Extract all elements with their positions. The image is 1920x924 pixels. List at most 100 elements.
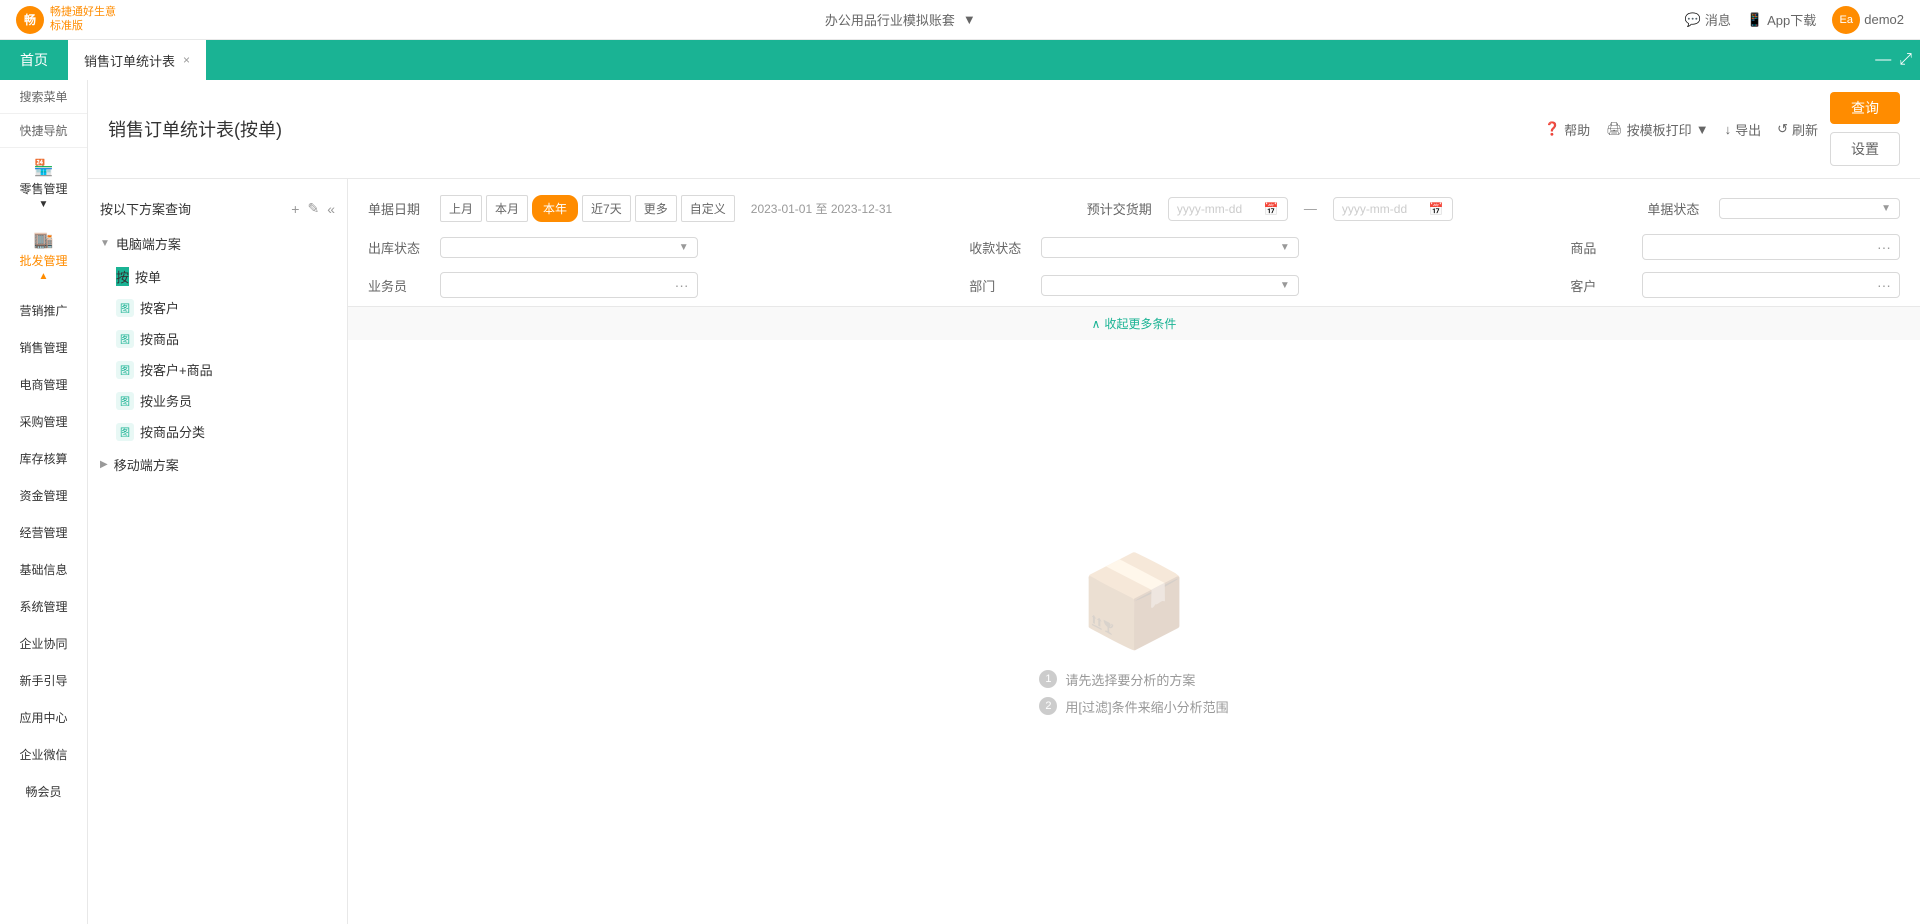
sidebar-item-system[interactable]: 系统管理 bbox=[0, 588, 87, 625]
scheme-by-staff-icon: 图 bbox=[116, 392, 134, 410]
user-avatar-area[interactable]: Ea demo2 bbox=[1832, 6, 1904, 34]
retail-arrow-icon: ▼ bbox=[39, 199, 49, 210]
page-content: 按以下方案查询 + ✎ « ▼ 电脑端方案 按 按单 图 bbox=[88, 179, 1920, 924]
left-panel: 按以下方案查询 + ✎ « ▼ 电脑端方案 按 按单 图 bbox=[88, 179, 348, 924]
bill-status-select[interactable]: ▼ bbox=[1719, 198, 1900, 219]
sidebar-quick-nav-label[interactable]: 快捷导航 bbox=[8, 122, 79, 139]
bill-status-label: 单据状态 bbox=[1647, 199, 1703, 218]
scheme-by-goods[interactable]: 图 按商品 bbox=[88, 323, 347, 354]
sidebar-item-inventory-label: 库存核算 bbox=[19, 450, 67, 467]
scheme-by-customer-goods[interactable]: 图 按客户+商品 bbox=[88, 354, 347, 385]
scheme-by-category-label: 按商品分类 bbox=[140, 422, 205, 441]
date-more-btn[interactable]: 更多 bbox=[635, 195, 677, 222]
goods-select[interactable]: ··· bbox=[1642, 234, 1900, 260]
department-chevron: ▼ bbox=[1280, 280, 1290, 291]
out-status-select[interactable]: ▼ bbox=[440, 237, 698, 258]
sidebar-search-label[interactable]: 搜索菜单 bbox=[8, 88, 79, 105]
breadcrumb-area[interactable]: 办公用品行业模拟账套 ▼ bbox=[825, 10, 976, 29]
settings-button[interactable]: 设置 bbox=[1830, 132, 1900, 166]
sidebar-quick-nav[interactable]: 快捷导航 bbox=[0, 114, 87, 148]
sidebar-item-wechat-label: 企业微信 bbox=[19, 746, 67, 763]
scheme-section-pc-label: 电脑端方案 bbox=[116, 234, 181, 253]
scheme-by-staff[interactable]: 图 按业务员 bbox=[88, 385, 347, 416]
print-button[interactable]: 🖨 按模板打印 ▼ bbox=[1606, 120, 1708, 139]
date-this-year-btn[interactable]: 本年 bbox=[532, 195, 578, 222]
sidebar-item-enterprise[interactable]: 企业协同 bbox=[0, 625, 87, 662]
tab-sales-order[interactable]: 销售订单统计表 × bbox=[68, 40, 206, 80]
scheme-by-customer-goods-label: 按客户+商品 bbox=[140, 360, 213, 379]
sidebar-item-purchase[interactable]: 采购管理 bbox=[0, 403, 87, 440]
sidebar-item-wechat[interactable]: 企业微信 bbox=[0, 736, 87, 773]
sidebar-item-operation[interactable]: 经营管理 bbox=[0, 514, 87, 551]
breadcrumb-arrow: ▼ bbox=[963, 12, 976, 27]
empty-text: 1 请先选择要分析的方案 2 用[过滤]条件来缩小分析范围 bbox=[1039, 670, 1228, 716]
filter-collapse-bar[interactable]: ∧ 收起更多条件 bbox=[348, 306, 1920, 340]
sidebar-item-finance[interactable]: 资金管理 bbox=[0, 477, 87, 514]
collapse-panel-button[interactable]: « bbox=[327, 201, 335, 217]
sidebar-item-basic[interactable]: 基础信息 bbox=[0, 551, 87, 588]
department-select[interactable]: ▼ bbox=[1041, 275, 1299, 296]
sidebar-item-sales[interactable]: 销售管理 bbox=[0, 329, 87, 366]
scheme-by-customer[interactable]: 图 按客户 bbox=[88, 292, 347, 323]
scheme-by-customer-goods-icon: 图 bbox=[116, 361, 134, 379]
customer-select[interactable]: ··· bbox=[1642, 272, 1900, 298]
left-panel-title: 按以下方案查询 bbox=[100, 199, 191, 218]
empty-state: 📦 1 请先选择要分析的方案 2 用[过滤]条件来缩小分析范围 bbox=[348, 340, 1920, 924]
date-separator: — bbox=[1304, 201, 1317, 216]
help-button[interactable]: ❓ 帮助 bbox=[1544, 120, 1590, 139]
export-button[interactable]: ↓ 导出 bbox=[1725, 120, 1762, 139]
date-label: 单据日期 bbox=[368, 199, 424, 218]
query-button[interactable]: 查询 bbox=[1830, 92, 1900, 124]
sidebar-item-basic-label: 基础信息 bbox=[19, 561, 67, 578]
wholesale-arrow-icon: ▲ bbox=[39, 271, 49, 282]
tab-minimize-button[interactable]: — bbox=[1875, 51, 1891, 69]
tab-home[interactable]: 首页 bbox=[0, 40, 68, 80]
scheme-section-mobile[interactable]: ▶ 移动端方案 bbox=[88, 447, 347, 482]
message-icon: 💬 bbox=[1685, 12, 1701, 28]
date-custom-btn[interactable]: 自定义 bbox=[681, 195, 735, 222]
tab-bar-right: — ⤢ bbox=[1875, 51, 1920, 69]
sidebar-item-ecommerce[interactable]: 电商管理 bbox=[0, 366, 87, 403]
sidebar-item-ecommerce-label: 电商管理 bbox=[19, 376, 67, 393]
department-label: 部门 bbox=[969, 276, 1025, 295]
sidebar-item-guide[interactable]: 新手引导 bbox=[0, 662, 87, 699]
scheme-by-category[interactable]: 图 按商品分类 bbox=[88, 416, 347, 447]
scheme-by-bill-icon: 按 bbox=[116, 267, 129, 286]
tab-bar: 首页 销售订单统计表 × — ⤢ bbox=[0, 40, 1920, 80]
scheme-by-bill[interactable]: 按 按单 bbox=[88, 261, 347, 292]
expected-date-start[interactable]: yyyy-mm-dd 📅 bbox=[1168, 197, 1288, 221]
sidebar-item-system-label: 系统管理 bbox=[19, 598, 67, 615]
add-scheme-button[interactable]: + bbox=[291, 201, 299, 217]
tab-close-icon[interactable]: × bbox=[183, 53, 190, 67]
date-last-month-btn[interactable]: 上月 bbox=[440, 195, 482, 222]
sidebar-item-retail[interactable]: 🏪 零售管理 ▼ bbox=[0, 148, 87, 220]
breadcrumb-text: 办公用品行业模拟账套 bbox=[825, 10, 955, 29]
app-download-button[interactable]: 📱 App下载 bbox=[1747, 10, 1816, 29]
edit-scheme-button[interactable]: ✎ bbox=[307, 200, 319, 217]
sidebar-item-wholesale[interactable]: 🏬 批发管理 ▲ bbox=[0, 220, 87, 292]
date-this-month-btn[interactable]: 本月 bbox=[486, 195, 528, 222]
receipt-status-chevron: ▼ bbox=[1280, 242, 1290, 253]
filter-row-1: 单据日期 上月 本月 本年 近7天 更多 自定义 2023-01-01 至 20… bbox=[368, 195, 1900, 222]
scheme-section-pc[interactable]: ▼ 电脑端方案 bbox=[88, 226, 347, 261]
staff-select[interactable]: ··· bbox=[440, 272, 698, 298]
filter-row-2: 出库状态 ▼ 收款状态 ▼ 商品 bbox=[368, 234, 1900, 260]
sidebar-search[interactable]: 搜索菜单 bbox=[0, 80, 87, 114]
message-button[interactable]: 💬 消息 bbox=[1685, 10, 1731, 29]
expected-date-end[interactable]: yyyy-mm-dd 📅 bbox=[1333, 197, 1453, 221]
sidebar-item-member[interactable]: 畅会员 bbox=[0, 773, 87, 810]
sidebar-item-marketing[interactable]: 营销推广 bbox=[0, 292, 87, 329]
sidebar-item-inventory[interactable]: 库存核算 bbox=[0, 440, 87, 477]
sidebar-item-apps[interactable]: 应用中心 bbox=[0, 699, 87, 736]
sidebar-item-finance-label: 资金管理 bbox=[19, 487, 67, 504]
sidebar-item-retail-label: 零售管理 bbox=[19, 180, 67, 197]
filter-row-3: 业务员 ··· 部门 ▼ 客户 ··· bbox=[368, 272, 1900, 298]
logo-area: 畅 畅捷通好生意 标准版 bbox=[16, 6, 116, 34]
date-last7-btn[interactable]: 近7天 bbox=[582, 195, 631, 222]
tab-maximize-button[interactable]: ⤢ bbox=[1899, 51, 1912, 69]
receipt-status-select[interactable]: ▼ bbox=[1041, 237, 1299, 258]
top-bar-left: 畅 畅捷通好生意 标准版 bbox=[16, 6, 116, 34]
logo-text: 畅捷通好生意 标准版 bbox=[50, 6, 116, 32]
refresh-button[interactable]: ↺ 刷新 bbox=[1777, 120, 1818, 139]
wholesale-icon: 🏬 bbox=[34, 230, 54, 250]
